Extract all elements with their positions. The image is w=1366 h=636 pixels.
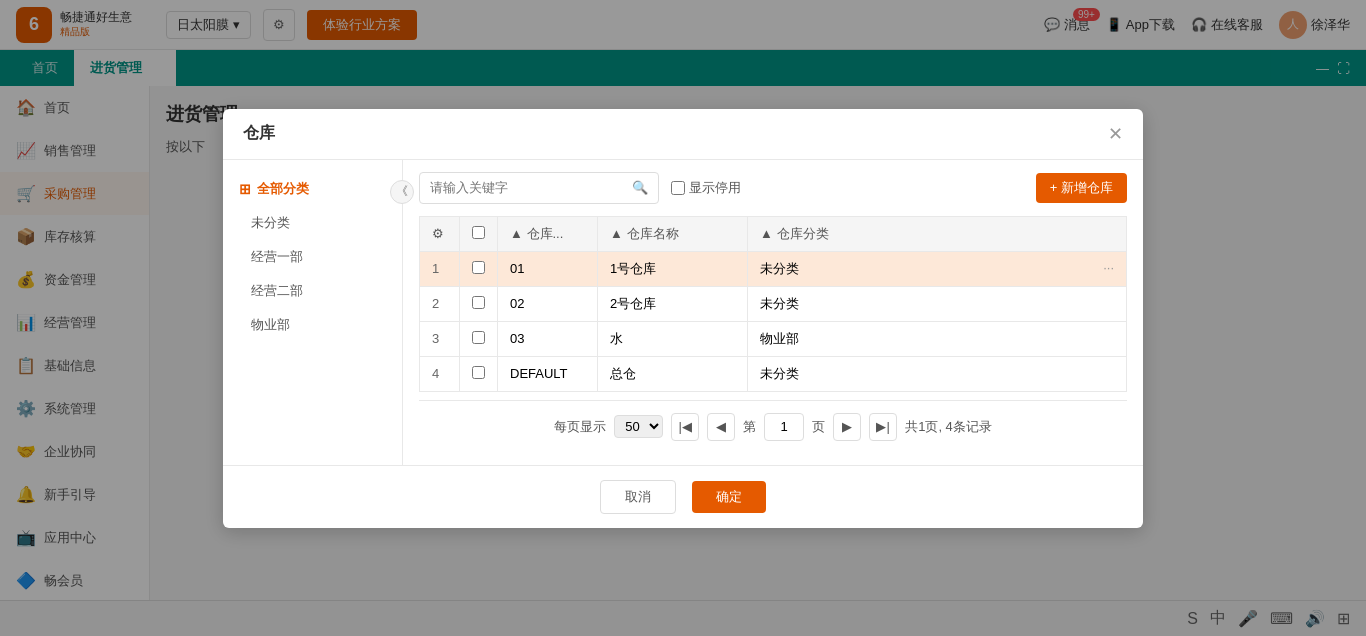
table-row[interactable]: 2 02 2号仓库 未分类 bbox=[420, 286, 1127, 321]
page-suffix: 页 bbox=[812, 418, 825, 436]
first-page-button[interactable]: |◀ bbox=[671, 413, 699, 441]
per-page-label: 每页显示 bbox=[554, 418, 606, 436]
dialog-body: 《 ⊞ 全部分类 未分类 经营一部 经营二部 物业部 🔍 bbox=[223, 160, 1143, 465]
show-disabled-checkbox[interactable] bbox=[671, 181, 685, 195]
row-cat-4: 未分类 bbox=[748, 356, 1127, 391]
show-disabled-label: 显示停用 bbox=[689, 179, 741, 197]
col-header-name[interactable]: ▲ 仓库名称 bbox=[598, 216, 748, 251]
page-label: 第 bbox=[743, 418, 756, 436]
all-category-label: 全部分类 bbox=[257, 180, 309, 198]
row-check-3[interactable] bbox=[460, 321, 498, 356]
table-wrap: ⚙ ▲ 仓库... ▲ 仓库名称 bbox=[419, 216, 1127, 392]
col-header-check bbox=[460, 216, 498, 251]
row-checkbox-4[interactable] bbox=[472, 366, 485, 379]
sort-icon: ▲ bbox=[510, 226, 523, 241]
row-num-4: 4 bbox=[420, 356, 460, 391]
row-name-3: 水 bbox=[598, 321, 748, 356]
table-panel: 🔍 显示停用 + 新增仓库 ⚙ bbox=[403, 160, 1143, 465]
last-page-button[interactable]: ▶| bbox=[869, 413, 897, 441]
row-code-2: 02 bbox=[498, 286, 598, 321]
collapse-button[interactable]: 《 bbox=[390, 180, 414, 204]
search-input-wrap: 🔍 bbox=[419, 172, 659, 204]
dialog-footer: 取消 确定 bbox=[223, 465, 1143, 528]
warehouse-table: ⚙ ▲ 仓库... ▲ 仓库名称 bbox=[419, 216, 1127, 392]
col-header-code[interactable]: ▲ 仓库... bbox=[498, 216, 598, 251]
row-cat-2: 未分类 bbox=[748, 286, 1127, 321]
row-num-3: 3 bbox=[420, 321, 460, 356]
category-item-ops2[interactable]: 经营二部 bbox=[223, 274, 402, 308]
dialog-header: 仓库 ✕ bbox=[223, 109, 1143, 160]
col-code-label: 仓库... bbox=[527, 226, 564, 241]
confirm-button[interactable]: 确定 bbox=[692, 481, 766, 513]
row-num-1: 1 bbox=[420, 251, 460, 286]
row-name-2: 2号仓库 bbox=[598, 286, 748, 321]
dialog-overlay: 仓库 ✕ 《 ⊞ 全部分类 未分类 经营一部 经营二部 物业部 bbox=[0, 0, 1366, 636]
sort-icon-cat: ▲ bbox=[760, 226, 773, 241]
col-cat-label: 仓库分类 bbox=[777, 226, 829, 241]
row-code-4: DEFAULT bbox=[498, 356, 598, 391]
row-num-2: 2 bbox=[420, 286, 460, 321]
dialog-close-button[interactable]: ✕ bbox=[1108, 123, 1123, 145]
row-check-2[interactable] bbox=[460, 286, 498, 321]
pagination: 每页显示 50 |◀ ◀ 第 页 ▶ ▶| 共1页, 4条记录 bbox=[419, 400, 1127, 453]
category-item-unclassified[interactable]: 未分类 bbox=[223, 206, 402, 240]
sort-icon-name: ▲ bbox=[610, 226, 623, 241]
col-name-label: 仓库名称 bbox=[627, 226, 679, 241]
grid-icon: ⊞ bbox=[239, 181, 251, 197]
row-checkbox-3[interactable] bbox=[472, 331, 485, 344]
row-name-4: 总仓 bbox=[598, 356, 748, 391]
category-panel: 《 ⊞ 全部分类 未分类 经营一部 经营二部 物业部 bbox=[223, 160, 403, 465]
row-name-1: 1号仓库 bbox=[598, 251, 748, 286]
search-input[interactable] bbox=[430, 180, 632, 195]
col-header-category[interactable]: ▲ 仓库分类 bbox=[748, 216, 1127, 251]
search-bar: 🔍 显示停用 + 新增仓库 bbox=[419, 172, 1127, 204]
row-cat-1: 未分类 ··· bbox=[748, 251, 1127, 286]
table-row[interactable]: 3 03 水 物业部 bbox=[420, 321, 1127, 356]
col-header-settings: ⚙ bbox=[420, 216, 460, 251]
table-body: 1 01 1号仓库 未分类 ··· 2 bbox=[420, 251, 1127, 391]
page-number-input[interactable] bbox=[764, 413, 804, 441]
prev-page-button[interactable]: ◀ bbox=[707, 413, 735, 441]
per-page-select[interactable]: 50 bbox=[614, 415, 663, 438]
dialog-title: 仓库 bbox=[243, 123, 275, 144]
row-code-3: 03 bbox=[498, 321, 598, 356]
select-all-checkbox[interactable] bbox=[472, 226, 485, 239]
row-check-1[interactable] bbox=[460, 251, 498, 286]
warehouse-dialog: 仓库 ✕ 《 ⊞ 全部分类 未分类 经营一部 经营二部 物业部 bbox=[223, 109, 1143, 528]
table-row[interactable]: 1 01 1号仓库 未分类 ··· bbox=[420, 251, 1127, 286]
row-more-1[interactable]: ··· bbox=[1103, 260, 1114, 275]
table-row[interactable]: 4 DEFAULT 总仓 未分类 bbox=[420, 356, 1127, 391]
row-checkbox-2[interactable] bbox=[472, 296, 485, 309]
row-cat-3: 物业部 bbox=[748, 321, 1127, 356]
page-summary: 共1页, 4条记录 bbox=[905, 418, 992, 436]
row-cat-text-1: 未分类 bbox=[760, 261, 799, 276]
cancel-button[interactable]: 取消 bbox=[600, 480, 676, 514]
search-icon[interactable]: 🔍 bbox=[632, 180, 648, 195]
all-category[interactable]: ⊞ 全部分类 bbox=[223, 172, 402, 206]
add-warehouse-button[interactable]: + 新增仓库 bbox=[1036, 173, 1127, 203]
table-header: ⚙ ▲ 仓库... ▲ 仓库名称 bbox=[420, 216, 1127, 251]
category-item-ops1[interactable]: 经营一部 bbox=[223, 240, 402, 274]
row-checkbox-1[interactable] bbox=[472, 261, 485, 274]
next-page-button[interactable]: ▶ bbox=[833, 413, 861, 441]
row-code-1: 01 bbox=[498, 251, 598, 286]
row-check-4[interactable] bbox=[460, 356, 498, 391]
show-disabled-toggle[interactable]: 显示停用 bbox=[671, 179, 741, 197]
category-item-property[interactable]: 物业部 bbox=[223, 308, 402, 342]
